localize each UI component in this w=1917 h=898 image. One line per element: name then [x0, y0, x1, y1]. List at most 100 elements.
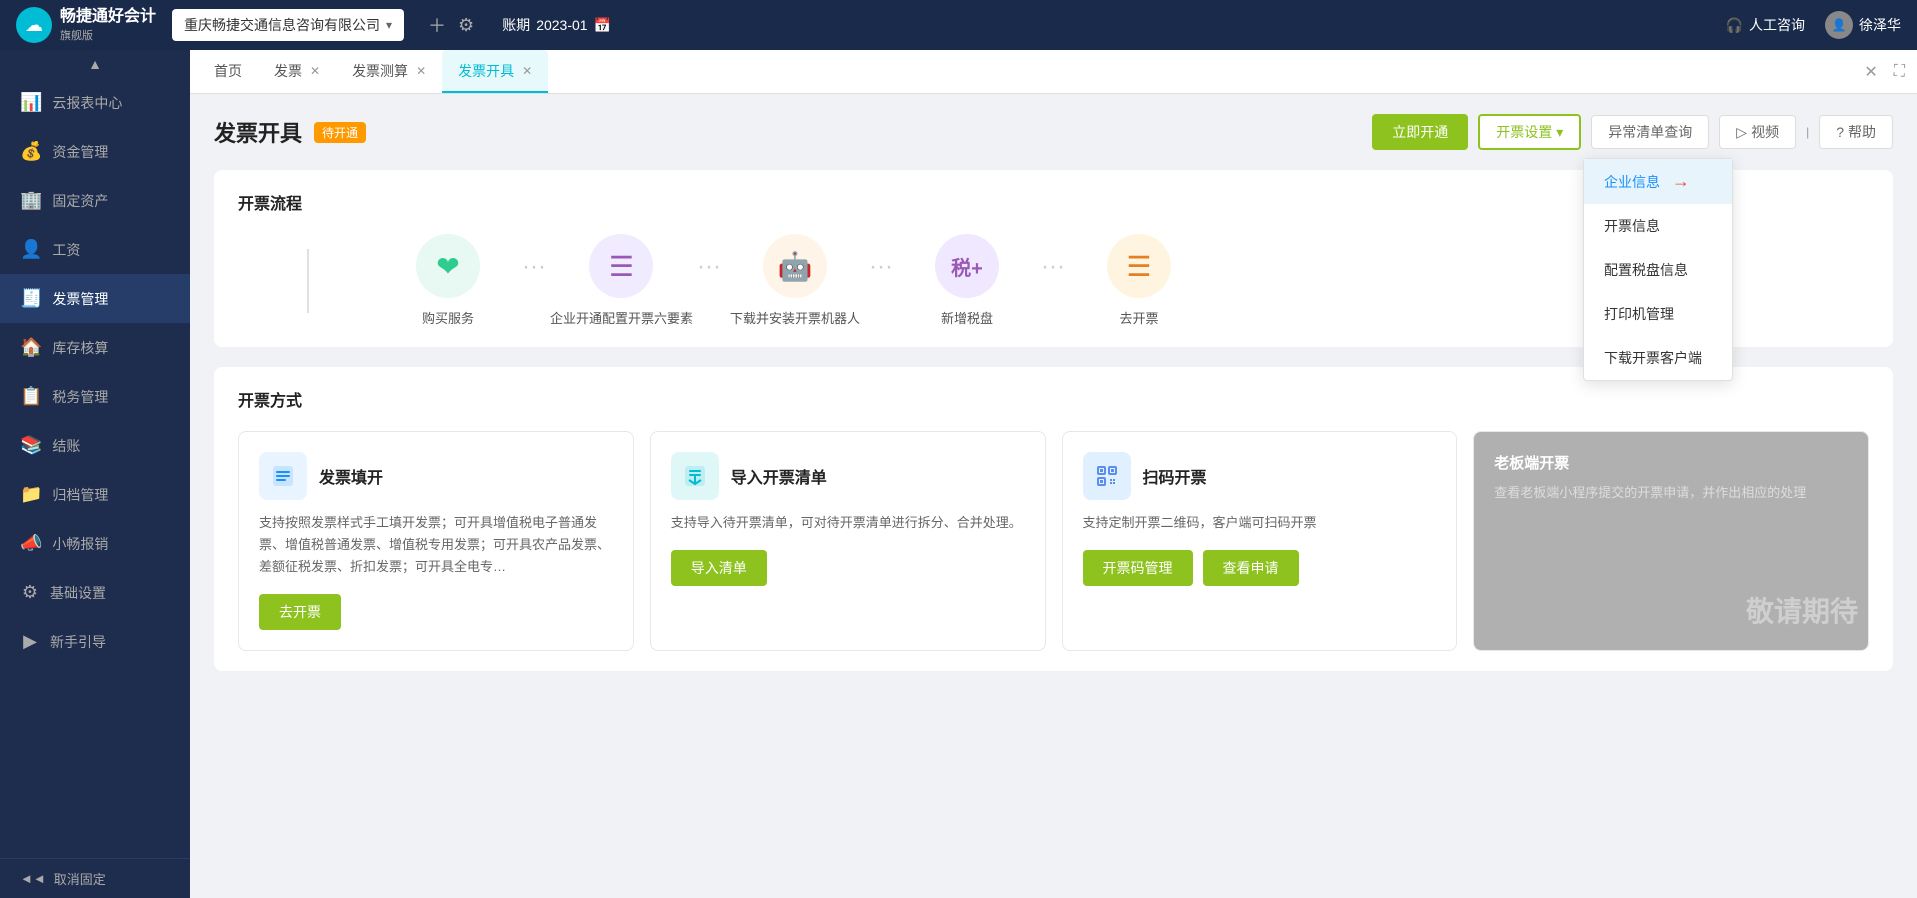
close-kaiju-tab[interactable]: ✕ — [522, 64, 532, 78]
header-actions: 立即开通 开票设置 ▾ 异常清单查询 ▷ 视频 | ? — [1372, 114, 1893, 150]
sidebar-item-fapiao[interactable]: 🧾 发票管理 — [0, 274, 190, 323]
add-icon[interactable]: ＋ — [428, 12, 446, 38]
headset-icon: 🎧 — [1726, 17, 1743, 34]
help-label: 帮助 — [1848, 122, 1876, 142]
sidebar-item-gudingzichan[interactable]: 🏢 固定资产 — [0, 176, 190, 225]
sidebar-item-jiezhang[interactable]: 📚 结账 — [0, 421, 190, 470]
person-icon: 👤 — [20, 239, 42, 260]
tab-fapiao-cesuan-label: 发票测算 — [352, 61, 408, 81]
sidebar-item-kucun[interactable]: 🏠 库存核算 — [0, 323, 190, 372]
top-actions: ＋ ⚙ — [428, 12, 474, 38]
close-fapiao-tab[interactable]: ✕ — [310, 64, 320, 78]
sidebar-bottom-cancel[interactable]: ◄◄ 取消固定 — [0, 858, 190, 898]
arrow-icon: → — [1672, 171, 1690, 192]
buy-label: 购买服务 — [422, 308, 474, 327]
status-badge: 待开通 — [314, 122, 366, 143]
dropdown-item-dayinjiguanli[interactable]: 打印机管理 — [1584, 292, 1732, 336]
company-name: 重庆畅捷交通信息咨询有限公司 — [184, 15, 380, 35]
close-cesuan-tab[interactable]: ✕ — [416, 64, 426, 78]
dropdown-item-qiyexinxi[interactable]: 企业信息 → — [1584, 159, 1732, 204]
video-button[interactable]: ▷ 视频 — [1719, 115, 1796, 149]
dropdown-label-dayinjiguanli: 打印机管理 — [1604, 306, 1674, 322]
report-icon: 📣 — [20, 533, 42, 554]
import-header: 导入开票清单 — [671, 452, 1025, 500]
sidebar-label-shuiwu: 税务管理 — [52, 387, 108, 407]
tax-icon: 📋 — [20, 386, 42, 407]
avatar: 👤 — [1825, 11, 1853, 39]
settings-button[interactable]: 开票设置 ▾ — [1478, 114, 1581, 150]
flow-arrow-2: ··· — [697, 253, 721, 309]
tab-home[interactable]: 首页 — [198, 50, 258, 93]
scroll-up[interactable]: ▲ — [0, 50, 190, 78]
tab-fapiao-cesuan[interactable]: 发票测算 ✕ — [336, 50, 442, 93]
help-icon: ? — [1836, 124, 1844, 140]
company-selector[interactable]: 重庆畅捷交通信息咨询有限公司 ▾ — [172, 9, 404, 41]
user-menu[interactable]: 👤 徐泽华 — [1825, 11, 1901, 39]
activate-button[interactable]: 立即开通 — [1372, 114, 1468, 150]
sidebar: ▲ 📊 云报表中心 💰 资金管理 🏢 固定资产 👤 工资 — [0, 50, 190, 898]
pin-icon: ◄◄ — [20, 871, 46, 886]
dropdown-item-kaipiaoxinxi[interactable]: 开票信息 — [1584, 204, 1732, 248]
maximize-icon[interactable]: ⛶ — [1890, 59, 1909, 85]
tab-fapiao[interactable]: 发票 ✕ — [258, 50, 336, 93]
scan-btn-view[interactable]: 查看申请 — [1203, 550, 1299, 586]
sidebar-label-xiaochang: 小畅报销 — [52, 534, 108, 554]
video-label: 视频 — [1751, 122, 1779, 142]
flow-arrow-4: ··· — [1041, 253, 1065, 309]
sidebar-item-guidang[interactable]: 📁 归档管理 — [0, 470, 190, 519]
dropdown-label-qiyexinxi: 企业信息 — [1604, 174, 1660, 190]
chart-icon: 📊 — [20, 92, 42, 113]
method-card-fill: 发票填开 支持按照发票样式手工填开发票；可开具增值税电子普通发票、增值税普通发票… — [238, 431, 634, 651]
flow-step-shuipan: 税+ 新增税盘 — [897, 234, 1037, 327]
sidebar-label-guidang: 归档管理 — [52, 485, 108, 505]
sidebar-label-fapiao: 发票管理 — [52, 289, 108, 309]
shuipan-label: 新增税盘 — [941, 308, 993, 327]
enterprise-icon: ☰ — [589, 234, 653, 298]
boss-desc: 查看老板端小程序提交的开票申请，并作出相应的处理 — [1494, 483, 1848, 504]
sidebar-item-yunbaobiao[interactable]: 📊 云报表中心 — [0, 78, 190, 127]
help-button[interactable]: ? 帮助 — [1819, 115, 1893, 149]
sidebar-item-xiaochang[interactable]: 📣 小畅报销 — [0, 519, 190, 568]
consult-button[interactable]: 🎧 人工咨询 — [1726, 15, 1805, 35]
method-card-scan: 扫码开票 支持定制开票二维码，客户端可扫码开票 开票码管理 查看申请 — [1062, 431, 1458, 651]
robot-icon: 🤖 — [763, 234, 827, 298]
page-content: 发票开具 待开通 立即开通 开票设置 ▾ 异常清单查询 ▷ 视频 — [190, 94, 1917, 898]
scan-btn-manage[interactable]: 开票码管理 — [1083, 550, 1193, 586]
fill-btn[interactable]: 去开票 — [259, 594, 341, 630]
import-btn[interactable]: 导入清单 — [671, 550, 767, 586]
scan-btns: 开票码管理 查看申请 — [1083, 550, 1437, 586]
import-icon — [671, 452, 719, 500]
abnormal-button[interactable]: 异常清单查询 — [1591, 115, 1709, 149]
dropdown-item-peizhishuipan[interactable]: 配置税盘信息 — [1584, 248, 1732, 292]
tab-home-label: 首页 — [214, 61, 242, 81]
close-window-icon[interactable]: ✕ — [1860, 58, 1881, 86]
tab-fapiao-kaiju[interactable]: 发票开具 ✕ — [442, 50, 548, 93]
sidebar-label-yunbaobiao: 云报表中心 — [52, 93, 122, 113]
sidebar-item-jichushezhi[interactable]: ⚙ 基础设置 — [0, 568, 190, 617]
scan-desc: 支持定制开票二维码，客户端可扫码开票 — [1083, 512, 1437, 534]
sidebar-item-zijin[interactable]: 💰 资金管理 — [0, 127, 190, 176]
folder-icon: 📁 — [20, 484, 42, 505]
dropdown-item-xiazaikaipiao[interactable]: 下载开票客户端 — [1584, 336, 1732, 380]
period-label: 账期 — [502, 15, 530, 35]
fill-desc: 支持按照发票样式手工填开发票；可开具增值税电子普通发票、增值税普通发票、增值税专… — [259, 512, 613, 578]
sidebar-item-xinshouyindao[interactable]: ▶ 新手引导 — [0, 617, 190, 666]
app-container: ☁ 畅捷通好会计 旗舰版 重庆畅捷交通信息咨询有限公司 ▾ ＋ ⚙ 账期 202… — [0, 0, 1917, 898]
logo-sub: 旗舰版 — [60, 27, 156, 43]
sidebar-item-shuiwu[interactable]: 📋 税务管理 — [0, 372, 190, 421]
calendar-icon[interactable]: 📅 — [594, 17, 611, 34]
dropdown-menu: 企业信息 → 开票信息 配置税盘信息 打印机管理 — [1583, 158, 1733, 381]
period-info: 账期 2023-01 📅 — [502, 15, 611, 35]
logo-area: ☁ 畅捷通好会计 旗舰版 — [16, 7, 156, 43]
scan-icon — [1083, 452, 1131, 500]
book-icon: 📚 — [20, 435, 42, 456]
invoice-icon: 🧾 — [20, 288, 42, 309]
flow-step-enterprise: ☰ 企业开通配置开票六要素 — [550, 234, 693, 327]
sidebar-item-gongzi[interactable]: 👤 工资 — [0, 225, 190, 274]
money-icon: 💰 — [20, 141, 42, 162]
settings-label: 开票设置 — [1496, 122, 1552, 142]
kaipiao-icon: ☰ — [1107, 234, 1171, 298]
settings-icon[interactable]: ⚙ — [458, 15, 474, 36]
chevron-settings-icon: ▾ — [1556, 124, 1563, 141]
user-name: 徐泽华 — [1859, 15, 1901, 35]
